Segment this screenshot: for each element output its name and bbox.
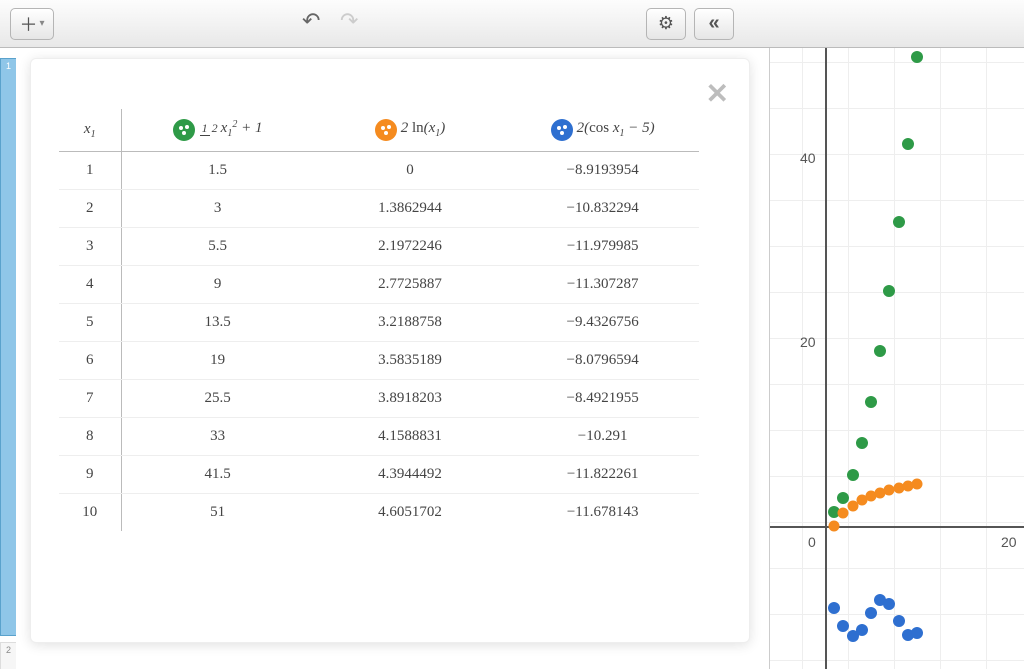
table-card: ✕ x1 12x12 + 1 2 ln(x1) 2(cos x1 − 5) — [30, 58, 750, 643]
undo-button[interactable]: ↶ — [302, 8, 330, 40]
plot-point[interactable] — [883, 285, 895, 297]
caret-down-icon: ▾ — [39, 18, 44, 29]
table-row: 513.53.2188758−9.4326756 — [59, 304, 699, 342]
plus-icon: ＋ — [19, 11, 37, 37]
table-cell[interactable]: −11.979985 — [506, 228, 699, 266]
table-cell[interactable]: 33 — [121, 418, 314, 456]
table-cell[interactable]: −8.4921955 — [506, 380, 699, 418]
table-cell[interactable]: 1.5 — [121, 152, 314, 190]
table-cell[interactable]: 1 — [59, 152, 121, 190]
table-cell[interactable]: 10 — [59, 494, 121, 532]
table-row: 8334.1588831−10.291 — [59, 418, 699, 456]
table-cell[interactable]: 5.5 — [121, 228, 314, 266]
table-cell[interactable]: 9 — [59, 456, 121, 494]
close-icon[interactable]: ✕ — [706, 77, 729, 110]
table-row: 231.3862944−10.832294 — [59, 190, 699, 228]
plot-point[interactable] — [829, 521, 840, 532]
table-cell[interactable]: −11.822261 — [506, 456, 699, 494]
table-cell[interactable]: 25.5 — [121, 380, 314, 418]
table-cell[interactable]: 51 — [121, 494, 314, 532]
expression-panel: 1 2 ✕ x1 12x12 + 1 2 ln(x1) 2(cos x1 — [0, 48, 770, 669]
table-cell[interactable]: 9 — [121, 266, 314, 304]
table-cell[interactable]: −8.0796594 — [506, 342, 699, 380]
table-cell[interactable]: 3.5835189 — [314, 342, 507, 380]
settings-button[interactable]: ⚙ — [646, 8, 686, 40]
col-header-c[interactable]: 2(cos x1 − 5) — [506, 109, 699, 152]
table-cell[interactable]: 19 — [121, 342, 314, 380]
plot-point[interactable] — [912, 478, 923, 489]
table-cell[interactable]: 41.5 — [121, 456, 314, 494]
table-cell[interactable]: 0 — [314, 152, 507, 190]
table-row: 35.52.1972246−11.979985 — [59, 228, 699, 266]
redo-button: ↷ — [340, 8, 368, 40]
plot-point[interactable] — [865, 396, 877, 408]
table-row: 492.7725887−11.307287 — [59, 266, 699, 304]
col-header-b[interactable]: 2 ln(x1) — [314, 109, 507, 152]
plot-point[interactable] — [828, 602, 840, 614]
table-cell[interactable]: 3.8918203 — [314, 380, 507, 418]
axis-tick-label: 20 — [1001, 534, 1017, 550]
table-cell[interactable]: −8.9193954 — [506, 152, 699, 190]
table-cell[interactable]: 4.6051702 — [314, 494, 507, 532]
table-cell[interactable]: 4 — [59, 266, 121, 304]
table-row: 6193.5835189−8.0796594 — [59, 342, 699, 380]
graph-area[interactable]: 0 20 20 40 — [770, 48, 1024, 669]
col-header-x[interactable]: x1 — [59, 109, 121, 152]
table-row: 11.50−8.9193954 — [59, 152, 699, 190]
table-cell[interactable]: −10.832294 — [506, 190, 699, 228]
table-cell[interactable]: 3 — [59, 228, 121, 266]
plot-point[interactable] — [893, 615, 905, 627]
data-table: x1 12x12 + 1 2 ln(x1) 2(cos x1 − 5) 11.5… — [59, 109, 699, 531]
plot-point[interactable] — [838, 508, 849, 519]
scatter-icon-green — [173, 119, 195, 141]
col-header-a[interactable]: 12x12 + 1 — [121, 109, 314, 152]
table-cell[interactable]: 2.1972246 — [314, 228, 507, 266]
plot-point[interactable] — [865, 607, 877, 619]
table-cell[interactable]: 2.7725887 — [314, 266, 507, 304]
table-row: 941.54.3944492−11.822261 — [59, 456, 699, 494]
plot-point[interactable] — [911, 51, 923, 63]
table-cell[interactable]: 3.2188758 — [314, 304, 507, 342]
plot-point[interactable] — [847, 469, 859, 481]
table-cell[interactable]: −10.291 — [506, 418, 699, 456]
plot-point[interactable] — [883, 598, 895, 610]
table-cell[interactable]: 3 — [121, 190, 314, 228]
expression-row-1[interactable]: 1 — [0, 58, 16, 636]
table-cell[interactable]: 6 — [59, 342, 121, 380]
scatter-icon-blue — [551, 119, 573, 141]
table-cell[interactable]: 7 — [59, 380, 121, 418]
gear-icon: ⚙ — [658, 13, 674, 34]
axis-tick-label: 40 — [800, 150, 816, 166]
x-axis — [770, 526, 1024, 528]
table-cell[interactable]: 13.5 — [121, 304, 314, 342]
table-cell[interactable]: 4.1588831 — [314, 418, 507, 456]
plot-point[interactable] — [856, 437, 868, 449]
plot-point[interactable] — [856, 624, 868, 636]
expression-row-2[interactable]: 2 — [0, 642, 16, 669]
table-cell[interactable]: 4.3944492 — [314, 456, 507, 494]
table-cell[interactable]: 5 — [59, 304, 121, 342]
axis-tick-label: 0 — [808, 534, 816, 550]
plot-point[interactable] — [837, 620, 849, 632]
table-row: 10514.6051702−11.678143 — [59, 494, 699, 532]
table-cell[interactable]: −11.307287 — [506, 266, 699, 304]
table-cell[interactable]: 2 — [59, 190, 121, 228]
y-axis — [825, 48, 827, 669]
table-cell[interactable]: −9.4326756 — [506, 304, 699, 342]
table-cell[interactable]: −11.678143 — [506, 494, 699, 532]
chevron-left-icon: « — [708, 12, 719, 35]
scatter-icon-orange — [375, 119, 397, 141]
add-button[interactable]: ＋ ▾ — [10, 8, 54, 40]
plot-point[interactable] — [902, 138, 914, 150]
plot-point[interactable] — [874, 345, 886, 357]
collapse-button[interactable]: « — [694, 8, 734, 40]
table-cell[interactable]: 8 — [59, 418, 121, 456]
plot-point[interactable] — [911, 627, 923, 639]
axis-tick-label: 20 — [800, 334, 816, 350]
table-row: 725.53.8918203−8.4921955 — [59, 380, 699, 418]
table-cell[interactable]: 1.3862944 — [314, 190, 507, 228]
top-toolbar: ＋ ▾ ↶ ↷ ⚙ « — [0, 0, 1024, 48]
plot-point[interactable] — [893, 216, 905, 228]
